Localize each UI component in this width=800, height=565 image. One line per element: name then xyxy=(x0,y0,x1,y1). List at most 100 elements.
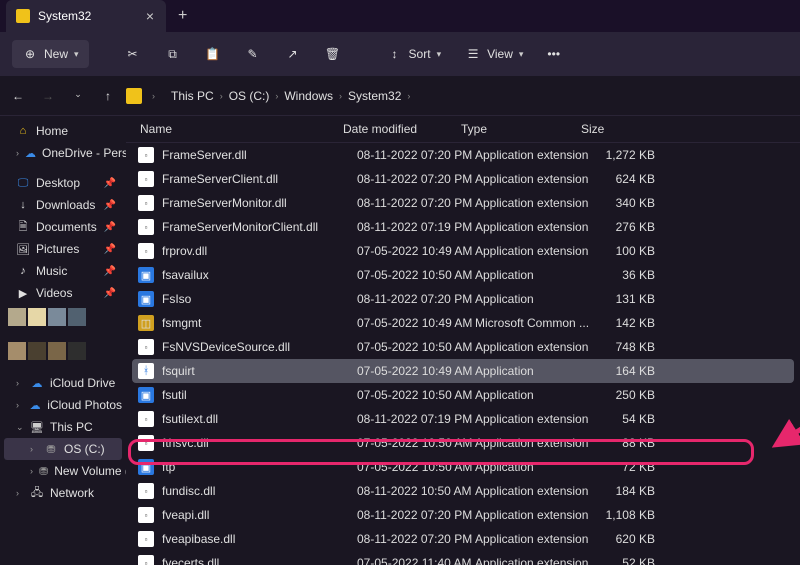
file-row[interactable]: ◫fsmgmt07-05-2022 10:49 AMMicrosoft Comm… xyxy=(126,311,800,335)
breadcrumb-segment[interactable]: Windows xyxy=(284,89,333,103)
chevron-right-icon: › xyxy=(275,91,278,101)
color-strip xyxy=(0,304,126,330)
pin-icon: 📌 xyxy=(104,178,116,189)
nav-icloud-photos[interactable]: ›☁iCloud Photos xyxy=(0,394,126,416)
new-button[interactable]: ⊕ New ▾ xyxy=(12,40,89,68)
cut-button[interactable]: ✂ xyxy=(115,40,151,68)
cloud-icon: ☁ xyxy=(30,376,44,390)
column-name[interactable]: Name xyxy=(138,122,343,136)
file-row[interactable]: ▫fsutilext.dll08-11-2022 07:19 PMApplica… xyxy=(126,407,800,431)
new-tab-button[interactable]: + xyxy=(178,7,187,25)
nav-os-drive[interactable]: ›⛃OS (C:) xyxy=(4,438,122,460)
file-row[interactable]: ▫fundisc.dll08-11-2022 10:50 AMApplicati… xyxy=(126,479,800,503)
nav-icloud-drive[interactable]: ›☁iCloud Drive xyxy=(0,372,126,394)
delete-button[interactable]: 🗑 xyxy=(315,40,351,68)
nav-this-pc[interactable]: ⌄🖥This PC xyxy=(0,416,126,438)
nav-onedrive[interactable]: ›☁OneDrive - Persona xyxy=(0,142,126,164)
nav-music[interactable]: ♪Music📌 xyxy=(0,260,126,282)
file-name: FrameServerClient.dll xyxy=(162,172,357,186)
plus-icon: ⊕ xyxy=(22,46,38,62)
file-date: 07-05-2022 11:40 AM xyxy=(357,556,475,565)
recent-button[interactable]: ⌄ xyxy=(70,89,86,103)
column-size[interactable]: Size xyxy=(581,122,641,136)
chevron-right-icon: › xyxy=(16,148,19,158)
nav-documents[interactable]: 🗎Documents📌 xyxy=(0,216,126,238)
color-swatch xyxy=(28,308,46,326)
sort-button[interactable]: ↕ Sort ▾ xyxy=(377,40,452,68)
file-date: 08-11-2022 07:19 PM xyxy=(357,220,475,234)
ellipsis-icon: ••• xyxy=(547,47,560,61)
file-row[interactable]: ▫FrameServerMonitorClient.dll08-11-2022 … xyxy=(126,215,800,239)
breadcrumb-segment[interactable]: System32 xyxy=(348,89,401,103)
close-icon[interactable]: × xyxy=(146,8,154,24)
file-icon: ▫ xyxy=(138,195,154,211)
file-type: Application extension xyxy=(475,412,595,426)
file-name: FrameServer.dll xyxy=(162,148,357,162)
pin-icon: 📌 xyxy=(104,222,116,233)
nav-network[interactable]: ›🖧Network xyxy=(0,482,126,504)
tab[interactable]: System32 × xyxy=(6,0,166,32)
file-row[interactable]: ▣fsavailux07-05-2022 10:50 AMApplication… xyxy=(126,263,800,287)
file-size: 184 KB xyxy=(595,484,655,498)
share-button[interactable]: ↗ xyxy=(275,40,311,68)
view-icon: ☰ xyxy=(465,46,481,62)
file-icon: ▣ xyxy=(138,267,154,283)
file-row[interactable]: ▫fvecerts.dll07-05-2022 11:40 AMApplicat… xyxy=(126,551,800,565)
file-date: 08-11-2022 07:20 PM xyxy=(357,292,475,306)
column-type[interactable]: Type xyxy=(461,122,581,136)
file-row[interactable]: ▣ftp07-05-2022 10:50 AMApplication72 KB xyxy=(126,455,800,479)
downloads-icon: ↓ xyxy=(16,198,30,212)
file-icon: ▫ xyxy=(138,483,154,499)
file-name: frprov.dll xyxy=(162,244,357,258)
file-size: 1,108 KB xyxy=(595,508,655,522)
sort-icon: ↕ xyxy=(387,46,403,62)
file-date: 07-05-2022 10:49 AM xyxy=(357,364,475,378)
back-button[interactable]: ← xyxy=(10,89,26,103)
nav-home[interactable]: ⌂Home xyxy=(0,120,126,142)
file-row[interactable]: ▫frprov.dll07-05-2022 10:49 AMApplicatio… xyxy=(126,239,800,263)
file-name: fsutilext.dll xyxy=(162,412,357,426)
drive-icon: ⛃ xyxy=(39,464,48,478)
file-type: Application extension xyxy=(475,220,595,234)
file-list[interactable]: Name Date modified Type Size ▫FrameServe… xyxy=(126,116,800,565)
file-size: 340 KB xyxy=(595,196,655,210)
file-row[interactable]: ▣FsIso08-11-2022 07:20 PMApplication131 … xyxy=(126,287,800,311)
chevron-right-icon: › xyxy=(152,91,155,101)
column-date[interactable]: Date modified xyxy=(343,122,461,136)
file-row[interactable]: ▫fveapibase.dll08-11-2022 07:20 PMApplic… xyxy=(126,527,800,551)
file-row[interactable]: ▫FrameServerClient.dll08-11-2022 07:20 P… xyxy=(126,167,800,191)
column-headers[interactable]: Name Date modified Type Size xyxy=(126,116,800,143)
file-row[interactable]: ▫FrameServerMonitor.dll08-11-2022 07:20 … xyxy=(126,191,800,215)
file-row[interactable]: ▫FrameServer.dll08-11-2022 07:20 PMAppli… xyxy=(126,143,800,167)
nav-videos[interactable]: ▶Videos📌 xyxy=(0,282,126,304)
file-row[interactable]: ▣fsutil07-05-2022 10:50 AMApplication250… xyxy=(126,383,800,407)
file-date: 08-11-2022 07:20 PM xyxy=(357,508,475,522)
music-icon: ♪ xyxy=(16,264,30,278)
file-size: 72 KB xyxy=(595,460,655,474)
more-button[interactable]: ••• xyxy=(537,41,570,67)
breadcrumb[interactable]: This PC›OS (C:)›Windows›System32› xyxy=(171,89,410,103)
file-date: 08-11-2022 07:20 PM xyxy=(357,532,475,546)
forward-button[interactable]: → xyxy=(40,89,56,103)
file-row[interactable]: ▫FsNVSDeviceSource.dll07-05-2022 10:50 A… xyxy=(126,335,800,359)
view-button[interactable]: ☰ View ▾ xyxy=(455,40,533,68)
documents-icon: 🗎 xyxy=(16,220,30,234)
file-row[interactable]: ▫fveapi.dll08-11-2022 07:20 PMApplicatio… xyxy=(126,503,800,527)
file-row[interactable]: ▫fthsvc.dll07-05-2022 10:50 AMApplicatio… xyxy=(126,431,800,455)
nav-pane[interactable]: ⌂Home ›☁OneDrive - Persona 🖵Desktop📌 ↓Do… xyxy=(0,116,126,565)
file-size: 131 KB xyxy=(595,292,655,306)
nav-pictures[interactable]: 🖼Pictures📌 xyxy=(0,238,126,260)
toolbar: ⊕ New ▾ ✂ ⧉ 📋 ✎ ↗ 🗑 ↕ Sort ▾ ☰ View ▾ ••… xyxy=(0,32,800,76)
copy-button[interactable]: ⧉ xyxy=(155,40,191,68)
color-swatch xyxy=(68,308,86,326)
rename-button[interactable]: ✎ xyxy=(235,40,271,68)
file-row[interactable]: ᚼfsquirt07-05-2022 10:49 AMApplication16… xyxy=(132,359,794,383)
breadcrumb-segment[interactable]: This PC xyxy=(171,89,214,103)
up-button[interactable]: ↑ xyxy=(100,89,116,103)
nav-desktop[interactable]: 🖵Desktop📌 xyxy=(0,172,126,194)
breadcrumb-segment[interactable]: OS (C:) xyxy=(229,89,270,103)
file-icon: ▫ xyxy=(138,171,154,187)
paste-button[interactable]: 📋 xyxy=(195,40,231,68)
nav-downloads[interactable]: ↓Downloads📌 xyxy=(0,194,126,216)
nav-new-volume[interactable]: ›⛃New Volume (D:) xyxy=(0,460,126,482)
